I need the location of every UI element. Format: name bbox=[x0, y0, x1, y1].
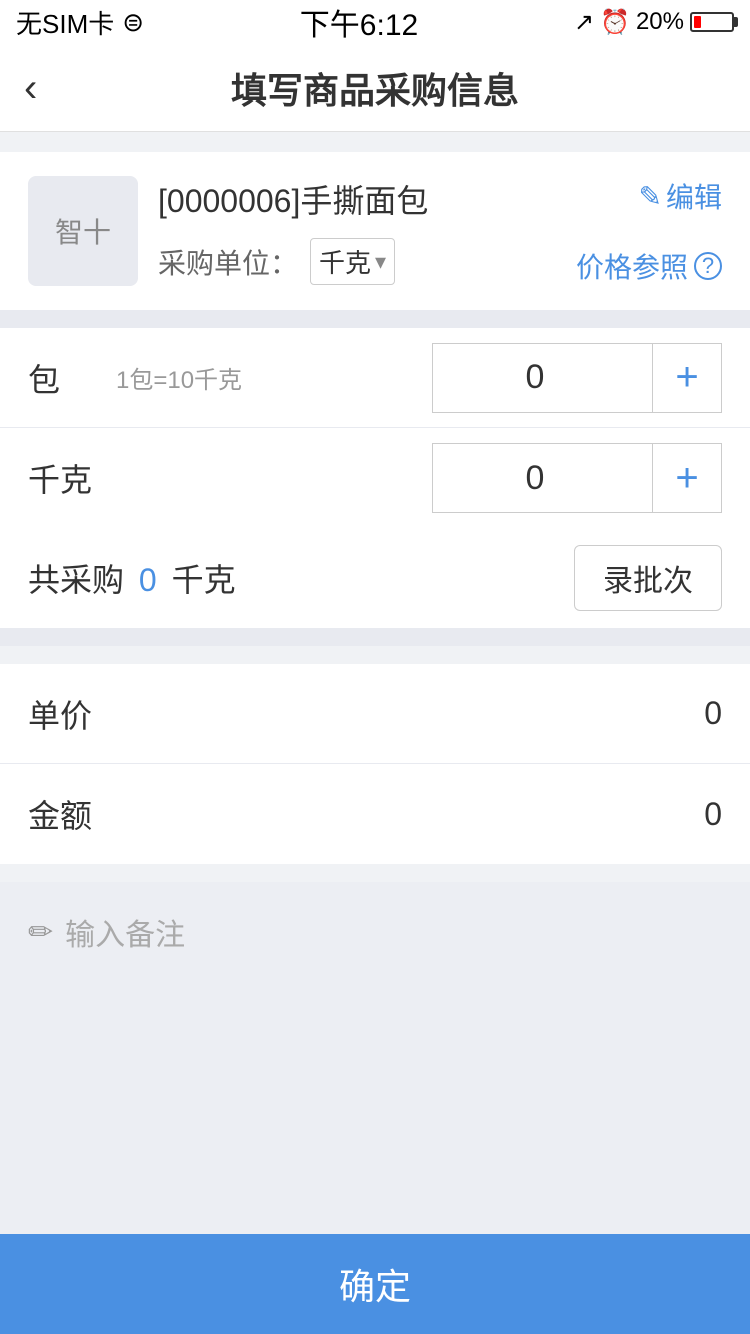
bag-input-row: 包 1包=10千克 + bbox=[0, 328, 750, 428]
unit-price-label: 单价 bbox=[28, 691, 108, 737]
time-display: 下午6:12 bbox=[300, 0, 418, 44]
kg-qty-input[interactable] bbox=[432, 443, 652, 513]
status-left: 无SIM卡 ⊜ bbox=[16, 4, 144, 41]
amount-value: 0 bbox=[704, 796, 722, 833]
section-divider-1 bbox=[0, 310, 750, 328]
kg-qty-box: + bbox=[432, 443, 722, 513]
wifi-icon: ⊜ bbox=[122, 7, 144, 38]
chevron-down-icon: ▾ bbox=[375, 249, 386, 275]
kg-plus-button[interactable]: + bbox=[652, 443, 722, 513]
bag-plus-button[interactable]: + bbox=[652, 343, 722, 413]
product-card: 智十 [0000006]手撕面包 采购单位： 千克 ▾ ✎ 编辑 价格参照 ? bbox=[0, 152, 750, 310]
carrier-text: 无SIM卡 bbox=[16, 4, 114, 41]
battery-icon bbox=[690, 12, 734, 32]
kg-input-row: 千克 + bbox=[0, 428, 750, 528]
edit-label: 编辑 bbox=[666, 176, 722, 216]
bag-sub-label: 1包=10千克 bbox=[116, 360, 242, 395]
status-right: ↗ ⏰ 20% bbox=[574, 8, 734, 37]
amount-row: 金额 0 bbox=[0, 764, 750, 864]
status-bar: 无SIM卡 ⊜ 下午6:12 ↗ ⏰ 20% bbox=[0, 0, 750, 44]
summary-section: 共采购 0 千克 录批次 bbox=[0, 528, 750, 628]
edit-icon: ✎ bbox=[639, 180, 662, 213]
pencil-icon: ✏ bbox=[28, 915, 53, 950]
summary-unit: 千克 bbox=[172, 562, 236, 598]
price-info-section: 单价 0 金额 0 bbox=[0, 664, 750, 864]
summary-prefix: 共采购 bbox=[28, 562, 124, 598]
battery-percent: 20% bbox=[636, 8, 684, 36]
alarm-icon: ⏰ bbox=[600, 8, 630, 37]
product-logo: 智十 bbox=[55, 211, 111, 251]
price-ref-label: 价格参照 bbox=[576, 246, 688, 286]
bag-qty-input[interactable] bbox=[432, 343, 652, 413]
unit-price-value: 0 bbox=[704, 695, 722, 732]
back-button[interactable]: ‹ bbox=[24, 68, 37, 108]
notes-placeholder: 输入备注 bbox=[65, 910, 185, 954]
price-ref-button[interactable]: 价格参照 ? bbox=[576, 246, 722, 286]
summary-amount: 0 bbox=[139, 562, 157, 598]
unit-dropdown[interactable]: 千克 ▾ bbox=[310, 238, 395, 285]
unit-price-row: 单价 0 bbox=[0, 664, 750, 764]
section-divider-2 bbox=[0, 628, 750, 646]
bag-qty-box: + bbox=[432, 343, 722, 413]
bottom-space bbox=[0, 982, 750, 1242]
purchase-unit-label: 采购单位： bbox=[158, 242, 298, 282]
input-section: 包 1包=10千克 + 千克 + bbox=[0, 328, 750, 528]
product-name: [0000006]手撕面包 bbox=[158, 176, 722, 222]
summary-text: 共采购 0 千克 bbox=[28, 555, 236, 601]
edit-button[interactable]: ✎ 编辑 bbox=[639, 176, 722, 216]
confirm-button[interactable]: 确定 bbox=[0, 1234, 750, 1334]
kg-label: 千克 bbox=[28, 455, 108, 501]
amount-label: 金额 bbox=[28, 791, 108, 837]
batch-button[interactable]: 录批次 bbox=[574, 545, 722, 611]
bag-label: 包 bbox=[28, 355, 108, 401]
location-icon: ↗ bbox=[574, 8, 594, 37]
confirm-label: 确定 bbox=[339, 1258, 411, 1310]
page-title: 填写商品采购信息 bbox=[231, 62, 519, 114]
help-icon: ? bbox=[694, 252, 722, 280]
notes-section[interactable]: ✏ 输入备注 bbox=[0, 882, 750, 982]
nav-bar: ‹ 填写商品采购信息 bbox=[0, 44, 750, 132]
product-image: 智十 bbox=[28, 176, 138, 286]
unit-value: 千克 bbox=[319, 243, 371, 280]
